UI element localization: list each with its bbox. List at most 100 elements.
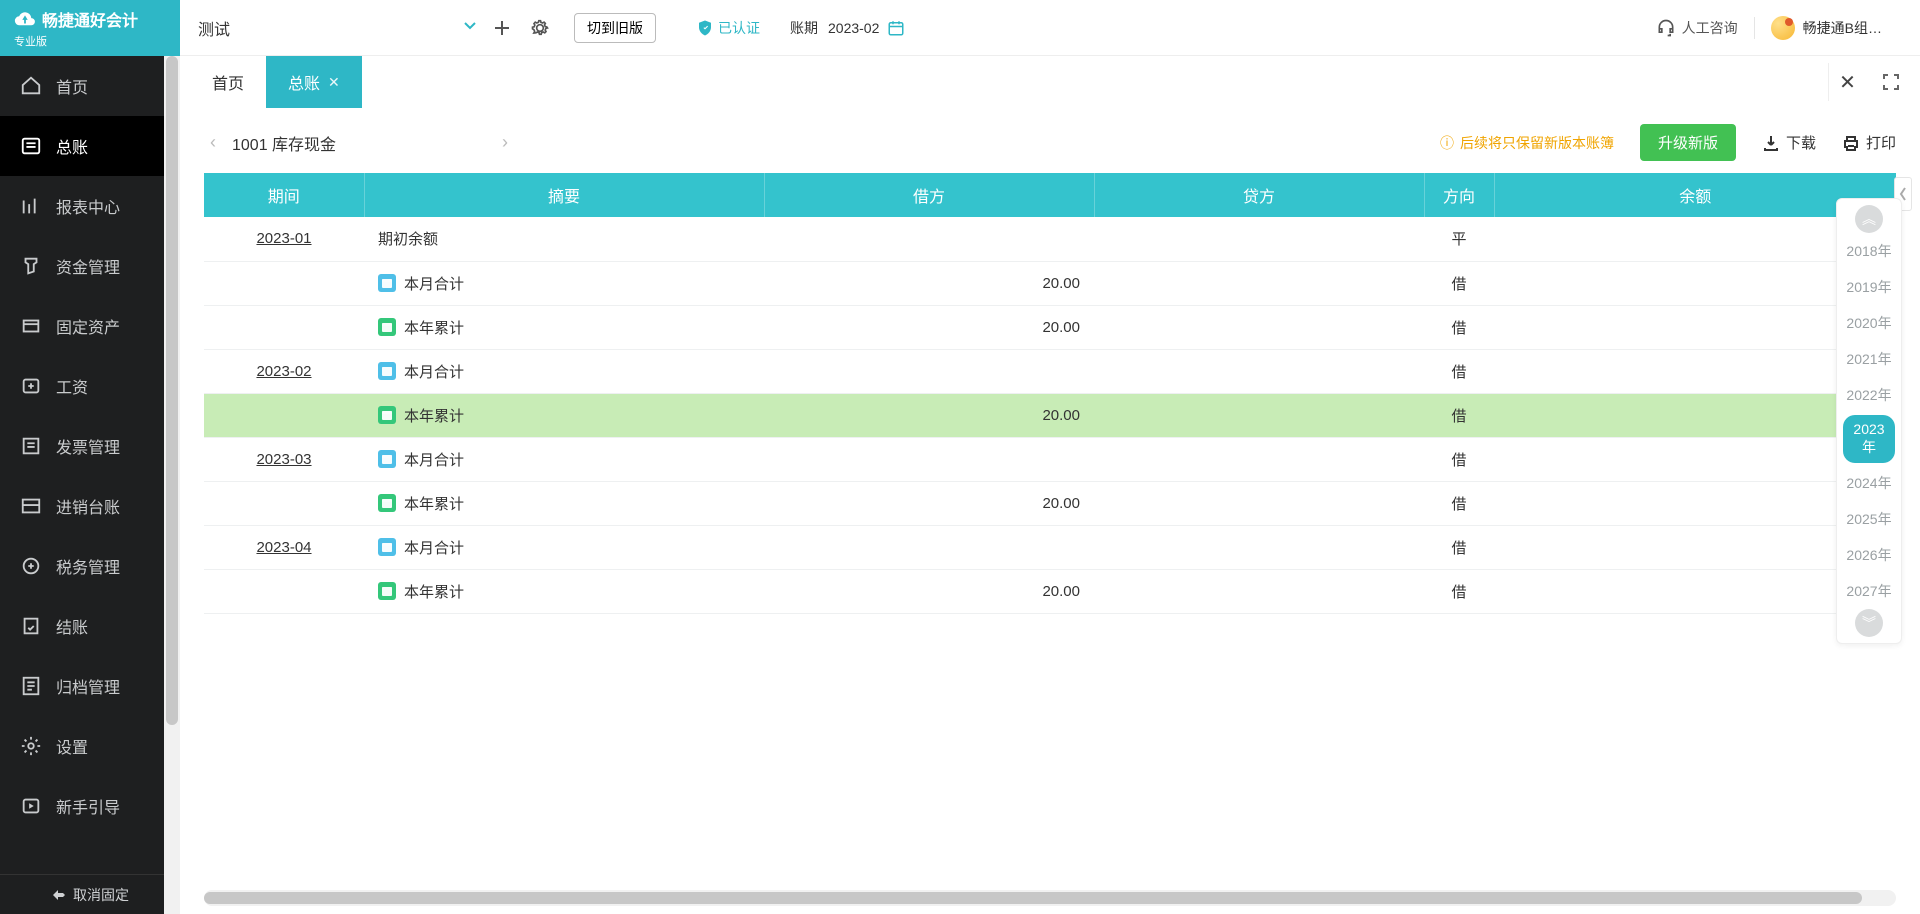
year-item[interactable]: 2022年 bbox=[1837, 377, 1901, 413]
th-credit: 贷方 bbox=[1094, 173, 1424, 217]
cell-debit: 20.00 bbox=[764, 393, 1094, 437]
certified-badge[interactable]: 已认证 bbox=[696, 18, 760, 38]
settings-button[interactable] bbox=[526, 14, 554, 42]
prev-account-button[interactable]: ‹ bbox=[204, 132, 222, 153]
table-row[interactable]: 本年累计20.00借20.00 bbox=[204, 305, 1896, 349]
cell-debit: 20.00 bbox=[764, 569, 1094, 613]
period-link[interactable]: 2023-03 bbox=[256, 451, 311, 468]
switch-old-button[interactable]: 切到旧版 bbox=[574, 13, 656, 43]
unpin-button[interactable]: 取消固定 bbox=[0, 874, 180, 914]
horizontal-scrollbar[interactable] bbox=[204, 890, 1896, 906]
nav-icon bbox=[20, 675, 42, 697]
add-account-button[interactable] bbox=[488, 14, 516, 42]
period-label: 账期 bbox=[790, 18, 818, 38]
year-item[interactable]: 2025年 bbox=[1837, 501, 1901, 537]
tabs: 首页 总账 ✕ ✕ bbox=[180, 56, 1920, 108]
table-row[interactable]: 本年累计20.00借20.00 bbox=[204, 481, 1896, 525]
sidebar-item[interactable]: 进销台账 bbox=[0, 476, 180, 536]
nav-icon bbox=[20, 255, 42, 277]
table-row[interactable]: 2023-01期初余额平 bbox=[204, 217, 1896, 261]
account-selector[interactable]: 测试 bbox=[198, 16, 478, 40]
brand-edition: 专业版 bbox=[14, 33, 180, 49]
table-row[interactable]: 2023-04本月合计借20.00 bbox=[204, 525, 1896, 569]
table-row[interactable]: 本月合计20.00借20.00 bbox=[204, 261, 1896, 305]
nav-icon bbox=[20, 375, 42, 397]
next-account-button[interactable]: › bbox=[496, 132, 514, 153]
summary-tag-icon bbox=[378, 494, 396, 512]
sidebar-item[interactable]: 税务管理 bbox=[0, 536, 180, 596]
sidebar-item[interactable]: 设置 bbox=[0, 716, 180, 776]
period-link[interactable]: 2023-01 bbox=[256, 230, 311, 247]
summary-tag-icon bbox=[378, 582, 396, 600]
table-row[interactable]: 本年累计20.00借20.00 bbox=[204, 393, 1896, 437]
cell-debit: 20.00 bbox=[764, 481, 1094, 525]
nav-icon bbox=[20, 435, 42, 457]
summary-text: 本年累计 bbox=[404, 317, 464, 338]
sidebar-item[interactable]: 结账 bbox=[0, 596, 180, 656]
download-button[interactable]: 下载 bbox=[1762, 132, 1816, 153]
sidebar-item[interactable]: 工资 bbox=[0, 356, 180, 416]
summary-text: 本月合计 bbox=[404, 449, 464, 470]
year-item[interactable]: 2021年 bbox=[1837, 341, 1901, 377]
ledger-table: 期间 摘要 借方 贷方 方向 余额 2023-01期初余额平本月合计20.00借… bbox=[204, 173, 1896, 614]
pin-icon bbox=[51, 887, 67, 903]
certified-label: 已认证 bbox=[718, 18, 760, 38]
notice-text: 后续将只保留新版本账簿 bbox=[1440, 133, 1614, 153]
sidebar-scrollbar[interactable] bbox=[164, 56, 180, 914]
year-item[interactable]: 2024年 bbox=[1837, 465, 1901, 501]
year-down-button[interactable]: ︾ bbox=[1855, 609, 1883, 637]
sidebar-item-label: 税务管理 bbox=[56, 554, 120, 578]
table-row[interactable]: 本年累计20.00借20.00 bbox=[204, 569, 1896, 613]
sidebar-item[interactable]: 报表中心 bbox=[0, 176, 180, 236]
tab-ledger[interactable]: 总账 ✕ bbox=[266, 56, 362, 108]
year-item[interactable]: 2023年 bbox=[1843, 415, 1895, 463]
sidebar-item[interactable]: 总账 bbox=[0, 116, 180, 176]
consult-button[interactable]: 人工咨询 bbox=[1656, 18, 1738, 38]
period-selector[interactable]: 账期 2023-02 bbox=[790, 18, 905, 38]
print-label: 打印 bbox=[1866, 132, 1896, 153]
table-row[interactable]: 2023-02本月合计借20.00 bbox=[204, 349, 1896, 393]
sidebar-item[interactable]: 发票管理 bbox=[0, 416, 180, 476]
nav-icon bbox=[20, 75, 42, 97]
sidebar-item[interactable]: 固定资产 bbox=[0, 296, 180, 356]
summary-tag-icon bbox=[378, 450, 396, 468]
cell-dir: 借 bbox=[1424, 305, 1494, 349]
cell-dir: 借 bbox=[1424, 569, 1494, 613]
upgrade-button[interactable]: 升级新版 bbox=[1640, 124, 1736, 161]
content: ‹ 1001 库存现金 › 后续将只保留新版本账簿 升级新版 下载 打印 bbox=[180, 108, 1920, 914]
year-up-button[interactable]: ︽ bbox=[1855, 205, 1883, 233]
fullscreen-icon bbox=[1882, 73, 1900, 91]
close-icon[interactable]: ✕ bbox=[328, 74, 340, 91]
summary-text: 本年累计 bbox=[404, 581, 464, 602]
year-item[interactable]: 2019年 bbox=[1837, 269, 1901, 305]
period-link[interactable]: 2023-04 bbox=[256, 539, 311, 556]
sidebar-item-label: 首页 bbox=[56, 74, 88, 98]
sidebar-item[interactable]: 资金管理 bbox=[0, 236, 180, 296]
divider bbox=[1754, 17, 1755, 39]
period-link[interactable]: 2023-02 bbox=[256, 363, 311, 380]
cell-credit bbox=[1094, 569, 1424, 613]
sidebar-item[interactable]: 新手引导 bbox=[0, 776, 180, 836]
year-item[interactable]: 2027年 bbox=[1837, 573, 1901, 609]
download-icon bbox=[1762, 134, 1780, 152]
tab-home[interactable]: 首页 bbox=[190, 56, 266, 108]
year-item[interactable]: 2026年 bbox=[1837, 537, 1901, 573]
account-name: 测试 bbox=[198, 16, 230, 40]
cell-credit bbox=[1094, 305, 1424, 349]
table-row[interactable]: 2023-03本月合计借20.00 bbox=[204, 437, 1896, 481]
calendar-icon bbox=[887, 19, 905, 37]
brand-logo[interactable]: 畅捷通好会计 专业版 bbox=[0, 0, 180, 56]
year-item[interactable]: 2020年 bbox=[1837, 305, 1901, 341]
user-menu[interactable]: 畅捷通B组… bbox=[1771, 16, 1882, 40]
year-item[interactable]: 2018年 bbox=[1837, 233, 1901, 269]
sidebar-item[interactable]: 归档管理 bbox=[0, 656, 180, 716]
chevron-down-icon bbox=[462, 17, 478, 38]
fullscreen-button[interactable] bbox=[1876, 67, 1906, 97]
th-debit: 借方 bbox=[764, 173, 1094, 217]
cell-debit bbox=[764, 437, 1094, 481]
cell-dir: 借 bbox=[1424, 261, 1494, 305]
print-button[interactable]: 打印 bbox=[1842, 132, 1896, 153]
summary-tag-icon bbox=[378, 538, 396, 556]
sidebar-item[interactable]: 首页 bbox=[0, 56, 180, 116]
close-all-tabs-button[interactable]: ✕ bbox=[1828, 63, 1866, 101]
